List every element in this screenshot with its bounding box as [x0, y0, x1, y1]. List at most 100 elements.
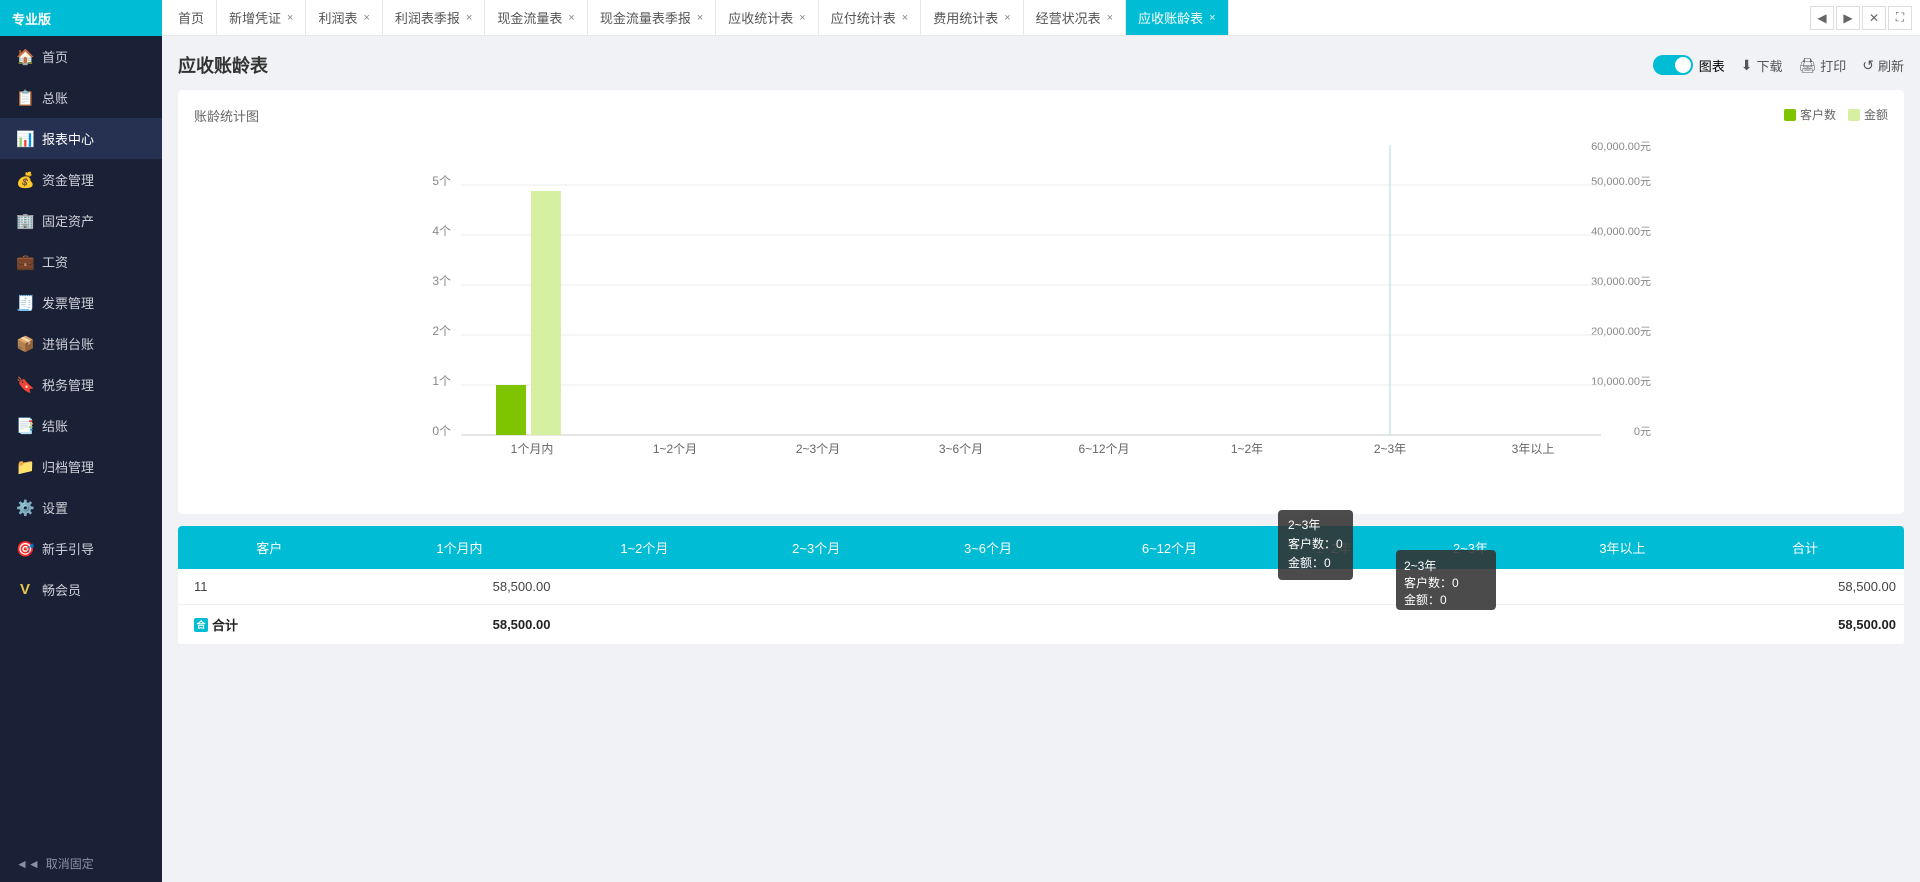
- sidebar-item-vip[interactable]: V 畅会员: [0, 569, 162, 610]
- sidebar-item-label: 总账: [42, 88, 68, 107]
- tooltip-category-text: 2~3年: [1288, 516, 1343, 535]
- col-month36: 3~6个月: [902, 526, 1074, 569]
- close-icon[interactable]: ×: [1004, 12, 1010, 24]
- sidebar-item-general-ledger[interactable]: 📋 总账: [0, 77, 162, 118]
- sidebar-item-reports[interactable]: 📊 报表中心: [0, 118, 162, 159]
- close-icon[interactable]: ×: [568, 12, 574, 24]
- tab-prev-button[interactable]: ◀: [1810, 6, 1834, 30]
- settings-icon: ⚙️: [16, 499, 34, 517]
- x-label-5: 1~2年: [1231, 442, 1263, 456]
- tab-label: 经营状况表: [1036, 8, 1101, 27]
- col-month12: 1~2个月: [558, 526, 730, 569]
- table-header-row: 客户 1个月内 1~2个月 2~3个月 3~6个月 6~12个月 1~2年 2~…: [178, 526, 1904, 569]
- download-button[interactable]: ⬇ 下载: [1741, 56, 1783, 75]
- tab-label: 利润表: [318, 8, 357, 27]
- sidebar-item-tax[interactable]: 🔖 税务管理: [0, 364, 162, 405]
- tab-profit-season[interactable]: 利润表季报 ×: [383, 0, 485, 36]
- tab-ar-aging[interactable]: 应收账龄表 ×: [1126, 0, 1228, 36]
- tab-new-voucher[interactable]: 新增凭证 ×: [217, 0, 306, 36]
- tab-ap-stat[interactable]: 应付统计表 ×: [819, 0, 921, 36]
- cell-month23: [730, 569, 902, 605]
- sidebar-item-label: 归档管理: [42, 457, 94, 476]
- x-label-1: 1~2个月: [653, 442, 697, 456]
- sidebar-pin-toggle[interactable]: ◄◄ 取消固定: [0, 845, 162, 882]
- close-icon[interactable]: ×: [902, 12, 908, 24]
- tab-ar-stat[interactable]: 应收统计表 ×: [716, 0, 818, 36]
- bar-amount-0: [531, 191, 561, 435]
- sidebar-item-funds[interactable]: 💰 资金管理: [0, 159, 162, 200]
- close-icon[interactable]: ×: [1107, 12, 1113, 24]
- ledger-icon: 📋: [16, 89, 34, 107]
- x-label-7: 3年以上: [1512, 442, 1555, 456]
- y-right-5: 50,000.00元: [1591, 176, 1651, 188]
- cell-month12: [558, 569, 730, 605]
- total-total: 58,500.00: [1706, 605, 1904, 645]
- pin-left-icon: ◄◄: [16, 857, 40, 871]
- tab-expand-button[interactable]: ⛶: [1888, 6, 1912, 30]
- sidebar-item-sales-ledger[interactable]: 📦 进销台账: [0, 323, 162, 364]
- tab-label: 利润表季报: [395, 8, 460, 27]
- content-area: 应收账龄表 图表 ⬇ 下载 🖨 打印 ↺ 刷新: [162, 36, 1920, 882]
- tab-profit[interactable]: 利润表 ×: [306, 0, 382, 36]
- download-label: 下载: [1756, 56, 1782, 75]
- chart-svg: 0个 1个 2个 3个 4个 5个 0元 10,000.00元 20,000.0…: [194, 135, 1888, 495]
- total-year3plus: [1539, 605, 1706, 645]
- tab-next-button[interactable]: ▶: [1836, 6, 1860, 30]
- total-year12: [1265, 605, 1402, 645]
- tab-label: 应收统计表: [728, 8, 793, 27]
- cell-year3plus: [1539, 569, 1706, 605]
- col-month23: 2~3个月: [730, 526, 902, 569]
- total-month1: 58,500.00: [360, 605, 558, 645]
- refresh-button[interactable]: ↺ 刷新: [1862, 56, 1904, 75]
- close-icon[interactable]: ×: [1209, 12, 1215, 24]
- legend-dot-amount: [1848, 109, 1860, 121]
- close-icon[interactable]: ×: [363, 12, 369, 24]
- chart-toggle[interactable]: [1653, 55, 1693, 75]
- close-icon[interactable]: ×: [697, 12, 703, 24]
- sidebar-item-archive[interactable]: 📁 归档管理: [0, 446, 162, 487]
- sidebar-item-settings[interactable]: ⚙️ 设置: [0, 487, 162, 528]
- col-month1: 1个月内: [360, 526, 558, 569]
- vip-icon: V: [16, 581, 34, 598]
- total-label-cell: 合 合计: [178, 605, 360, 645]
- tab-cash-flow[interactable]: 现金流量表 ×: [485, 0, 587, 36]
- total-month23: [730, 605, 902, 645]
- tab-cash-flow-season[interactable]: 现金流量表季报 ×: [588, 0, 716, 36]
- x-label-6: 2~3年: [1374, 442, 1406, 456]
- tab-business-stat[interactable]: 经营状况表 ×: [1024, 0, 1126, 36]
- invoice-icon: 🧾: [16, 294, 34, 312]
- print-label: 打印: [1820, 56, 1846, 75]
- cell-total: 58,500.00: [1706, 569, 1904, 605]
- y-label-2: 2个: [432, 324, 451, 338]
- y-right-6: 60,000.00元: [1591, 141, 1651, 153]
- sidebar-item-label: 固定资产: [42, 211, 94, 230]
- tab-expense-stat[interactable]: 费用统计表 ×: [921, 0, 1023, 36]
- sidebar-item-closing[interactable]: 📑 结账: [0, 405, 162, 446]
- y-right-3: 30,000.00元: [1591, 276, 1651, 288]
- tab-home[interactable]: 首页: [166, 0, 217, 36]
- tooltip-box: 2~3年 客户数：0 金额：0: [1278, 510, 1353, 580]
- tab-close-button[interactable]: ✕: [1862, 6, 1886, 30]
- chart-legend: 客户数 金额: [1784, 106, 1888, 123]
- print-button[interactable]: 🖨 打印: [1798, 56, 1846, 75]
- close-icon[interactable]: ×: [287, 12, 293, 24]
- sidebar-item-fixed-assets[interactable]: 🏢 固定资产: [0, 200, 162, 241]
- tab-bar: 首页 新增凭证 × 利润表 × 利润表季报 × 现金流量表 × 现金流量表季报 …: [162, 0, 1920, 36]
- y-label-5: 5个: [432, 174, 451, 188]
- app-logo: 专业版: [0, 0, 162, 36]
- close-icon[interactable]: ×: [466, 12, 472, 24]
- sidebar-item-salary[interactable]: 💼 工资: [0, 241, 162, 282]
- toggle-label: 图表: [1699, 56, 1725, 75]
- y-label-1: 1个: [432, 374, 451, 388]
- close-icon[interactable]: ×: [799, 12, 805, 24]
- data-table: 客户 1个月内 1~2个月 2~3个月 3~6个月 6~12个月 1~2年 2~…: [178, 526, 1904, 645]
- sidebar-item-invoice[interactable]: 🧾 发票管理: [0, 282, 162, 323]
- header-actions: 图表 ⬇ 下载 🖨 打印 ↺ 刷新: [1653, 55, 1904, 75]
- sidebar-item-home[interactable]: 🏠 首页: [0, 36, 162, 77]
- total-row: 合 合计 58,500.00 58,500.00: [178, 605, 1904, 645]
- sidebar-item-label: 设置: [42, 498, 68, 517]
- sidebar-item-guide[interactable]: 🎯 新手引导: [0, 528, 162, 569]
- total-month612: [1074, 605, 1265, 645]
- tab-label: 应收账龄表: [1138, 8, 1203, 27]
- tooltip-count-text: 客户数：0: [1288, 535, 1343, 554]
